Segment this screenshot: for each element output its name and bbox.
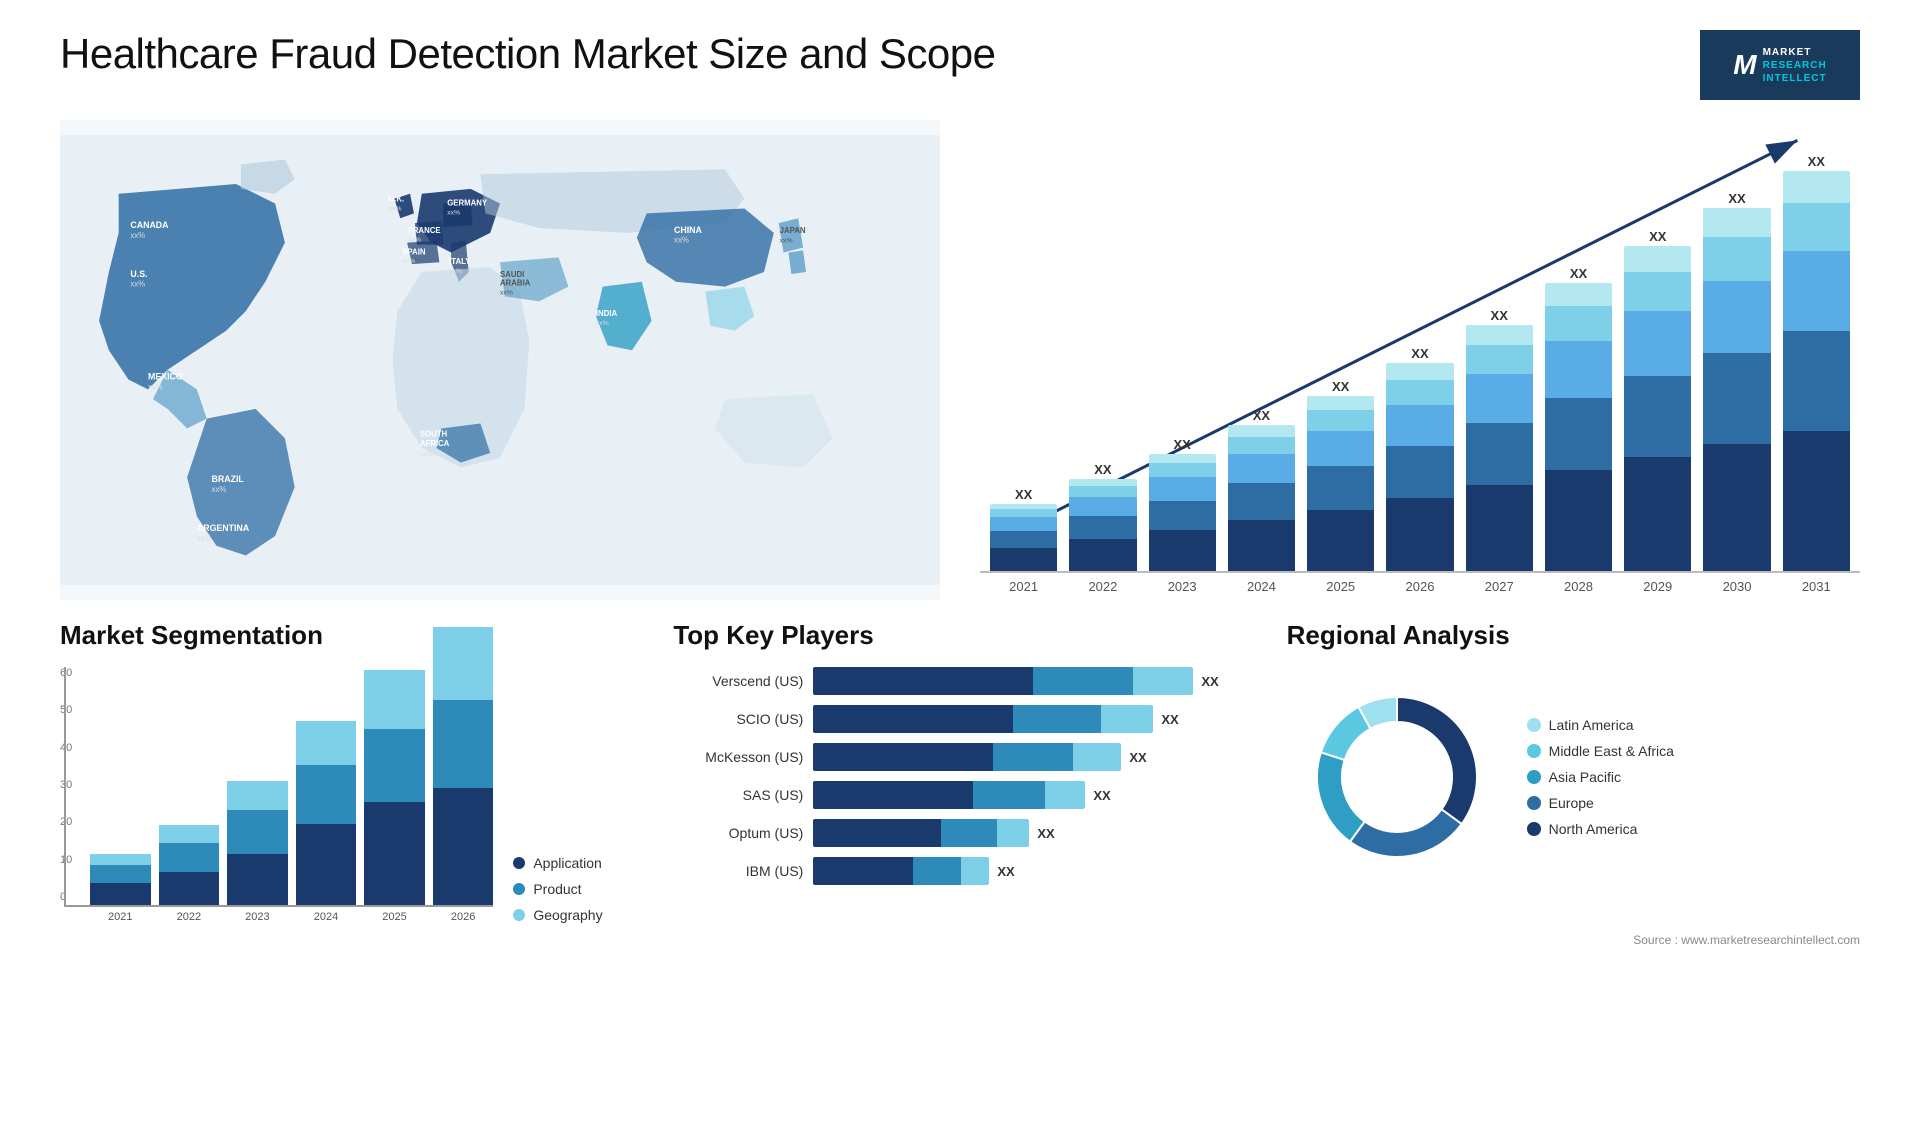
players-list: Verscend (US)XX SCIO (US)XX McKesson (US)X… [673,667,1246,885]
svg-text:xx%: xx% [596,320,609,327]
svg-text:xx%: xx% [674,236,689,245]
svg-text:BRAZIL: BRAZIL [212,474,245,484]
svg-text:xx%: xx% [148,382,163,391]
seg-bar-group [159,825,220,905]
bar-group: XX [1703,191,1770,571]
svg-text:ITALY: ITALY [449,257,471,266]
bar-group: XX [990,487,1057,571]
logo-letter: M [1733,49,1756,81]
bar-group: XX [1228,408,1295,571]
bar-group: XX [1545,266,1612,571]
donut-chart-svg [1287,667,1507,887]
seg-bar-group [296,721,357,905]
svg-text:JAPAN: JAPAN [780,226,806,235]
logo-line1: MARKET [1763,46,1827,59]
regional-legend-item: Middle East & Africa [1527,743,1674,759]
segmentation-section: Market Segmentation 0102030405060 202120… [60,620,633,923]
svg-text:xx%: xx% [449,268,462,275]
donut-area: Latin America Middle East & Africa Asia Pa… [1287,667,1860,887]
svg-text:INDIA: INDIA [596,309,618,318]
regional-legend-item: Latin America [1527,717,1674,733]
svg-text:xx%: xx% [130,280,145,289]
svg-text:xx%: xx% [212,485,227,494]
logo-line3: INTELLECT [1763,72,1827,85]
players-section: Top Key Players Verscend (US)XX SCIO (US)… [673,620,1246,923]
header: Healthcare Fraud Detection Market Size a… [60,30,1860,100]
svg-text:SPAIN: SPAIN [402,247,426,256]
svg-text:xx%: xx% [408,237,421,244]
svg-text:U.S.: U.S. [130,269,147,279]
svg-text:xx%: xx% [402,258,415,265]
bar-group: XX [1307,379,1374,571]
seg-bar-group [433,627,494,905]
source-text: Source : www.marketresearchintellect.com [60,933,1860,947]
bar-group: XX [1149,437,1216,571]
regional-legend: Latin America Middle East & Africa Asia Pa… [1527,717,1674,837]
player-row: SAS (US)XX [673,781,1246,809]
seg-bar-group [227,781,288,905]
logo-text: MARKET RESEARCH INTELLECT [1763,46,1827,85]
legend-item: Product [513,881,633,897]
segmentation-content: 0102030405060 202120222023202420252026 A… [60,667,633,923]
seg-year-labels: 202120222023202420252026 [64,907,493,923]
regional-legend-item: Europe [1527,795,1674,811]
svg-text:xx%: xx% [197,534,212,543]
logo-area: M MARKET RESEARCH INTELLECT [1700,30,1860,100]
bar-group: XX [1466,308,1533,571]
page-title: Healthcare Fraud Detection Market Size a… [60,30,996,78]
svg-text:xx%: xx% [420,451,433,458]
top-row: CANADA xx% U.S. xx% MEXICO xx% BRAZIL xx… [60,120,1860,600]
world-map-svg: CANADA xx% U.S. xx% MEXICO xx% BRAZIL xx… [60,120,940,600]
regional-legend-item: North America [1527,821,1674,837]
regional-legend-item: Asia Pacific [1527,769,1674,785]
legend-item: Geography [513,907,633,923]
seg-legend: Application Product Geography [513,855,633,923]
player-row: SCIO (US)XX [673,705,1246,733]
regional-title: Regional Analysis [1287,620,1860,651]
svg-text:FRANCE: FRANCE [408,226,441,235]
seg-bar-group [364,670,425,905]
svg-text:U.K.: U.K. [389,195,405,204]
map-container: CANADA xx% U.S. xx% MEXICO xx% BRAZIL xx… [60,120,940,600]
bar-year-labels: 2021202220232024202520262027202820292030… [980,573,1860,600]
segmentation-title: Market Segmentation [60,620,633,651]
svg-text:ARGENTINA: ARGENTINA [197,523,250,533]
logo-box: M MARKET RESEARCH INTELLECT [1700,30,1860,100]
bar-group: XX [1069,462,1136,571]
seg-bars [64,667,493,907]
seg-chart-wrapper: 0102030405060 202120222023202420252026 [60,667,493,923]
players-title: Top Key Players [673,620,1246,651]
svg-text:xx%: xx% [780,238,793,245]
svg-text:CHINA: CHINA [674,225,703,235]
logo-line2: RESEARCH [1763,59,1827,72]
page-container: Healthcare Fraud Detection Market Size a… [0,0,1920,1146]
svg-text:xx%: xx% [130,231,145,240]
svg-text:xx%: xx% [447,209,460,216]
bottom-row: Market Segmentation 0102030405060 202120… [60,620,1860,923]
player-row: Verscend (US)XX [673,667,1246,695]
svg-text:xx%: xx% [389,205,402,212]
bar-chart-bars: XXXXXXXXXXXXXXXXXXXXXX [980,173,1860,573]
player-row: McKesson (US)XX [673,743,1246,771]
svg-text:SAUDI: SAUDI [500,270,524,279]
svg-text:GERMANY: GERMANY [447,199,488,208]
svg-text:ARABIA: ARABIA [500,279,531,288]
regional-section: Regional Analysis Latin America Middle Ea… [1287,620,1860,923]
bar-group: XX [1386,346,1453,571]
player-row: IBM (US)XX [673,857,1246,885]
bar-group: XX [1783,154,1850,571]
svg-text:SOUTH: SOUTH [420,429,448,438]
bar-chart-container: XXXXXXXXXXXXXXXXXXXXXX 20212022202320242… [980,120,1860,600]
legend-item: Application [513,855,633,871]
svg-text:xx%: xx% [500,289,513,296]
svg-text:MEXICO: MEXICO [148,372,183,382]
svg-text:CANADA: CANADA [130,220,169,230]
bar-group: XX [1624,229,1691,571]
svg-text:AFRICA: AFRICA [420,439,450,448]
player-row: Optum (US)XX [673,819,1246,847]
seg-bar-group [90,854,151,905]
